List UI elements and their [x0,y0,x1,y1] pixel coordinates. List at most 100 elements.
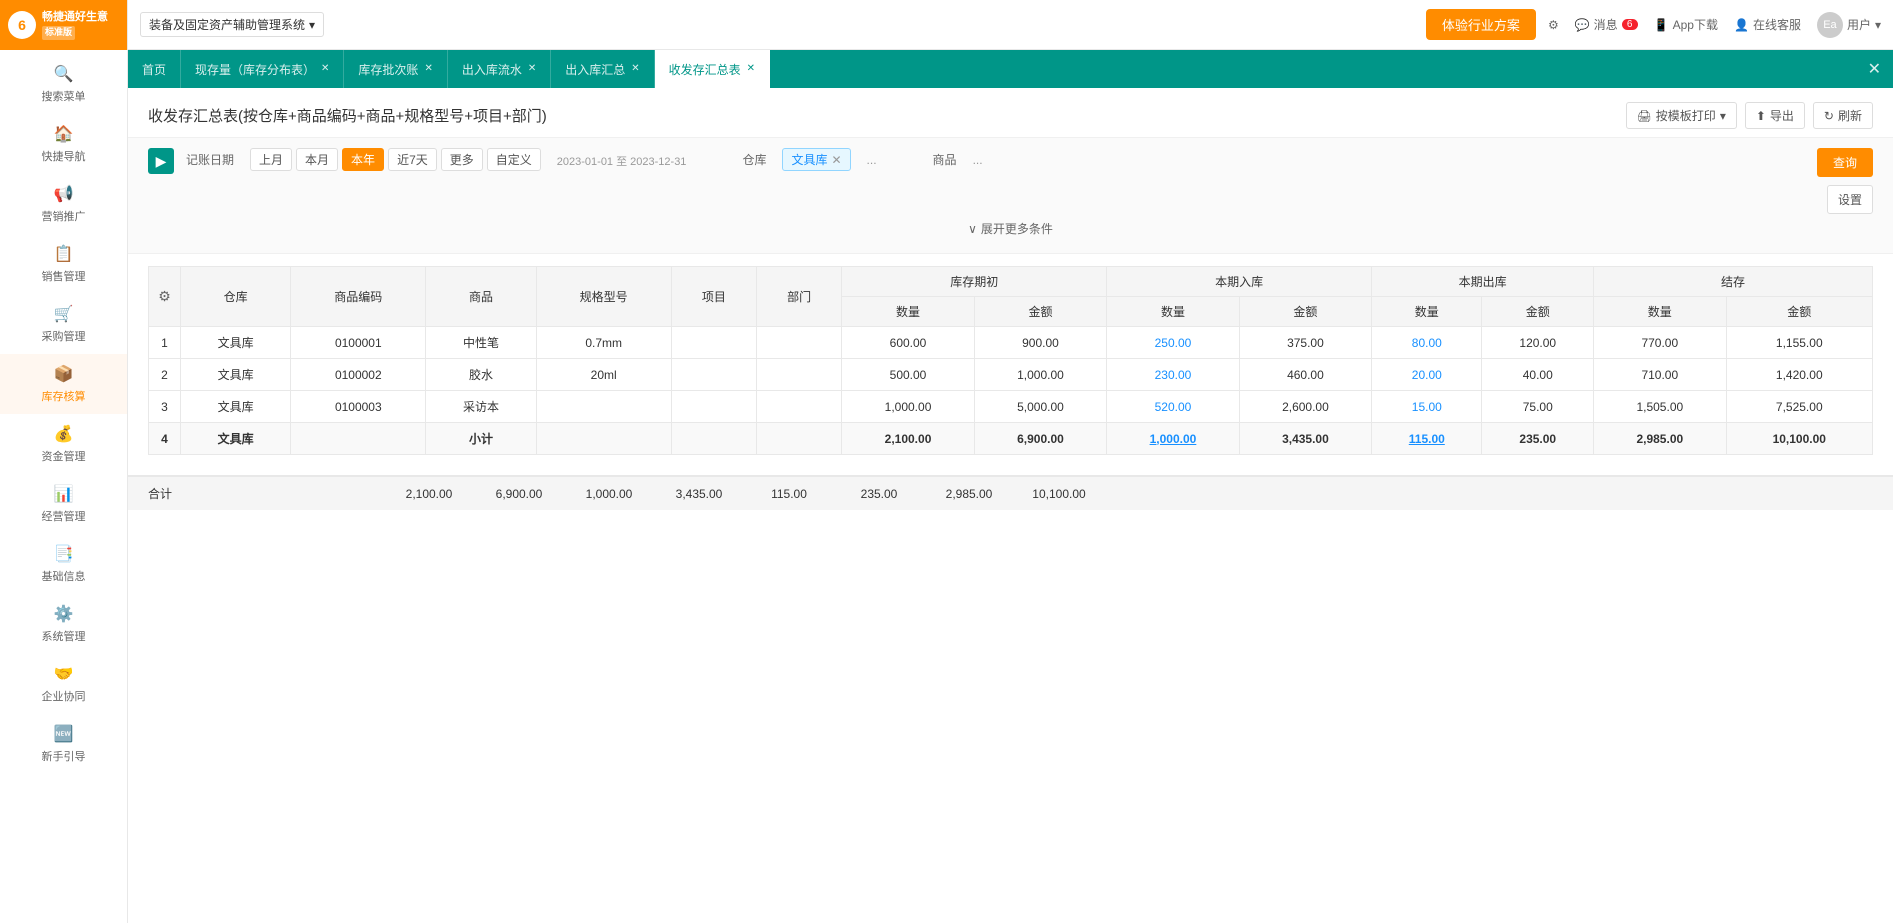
in-qty-link[interactable]: 520.00 [1155,400,1192,414]
home-icon: 🏠 [54,124,74,144]
date-cur-month[interactable]: 本月 [296,148,338,171]
column-settings-button[interactable]: ⚙ [158,288,171,305]
tab-batch[interactable]: 库存批次账 ✕ [344,50,447,88]
out-qty-link[interactable]: 15.00 [1412,400,1442,414]
sidebar-item-quicknav[interactable]: 🏠 快捷导航 [0,114,127,174]
expand-more-btn[interactable]: ∨ 展开更多条件 [148,214,1873,243]
service-icon: 👤 [1734,18,1749,32]
cell-in-qty[interactable]: 520.00 [1107,391,1239,423]
cell-warehouse: 文具库 [181,391,291,423]
tab-close-icon[interactable]: ✕ [321,64,329,74]
refresh-button[interactable]: ↻ 刷新 [1813,102,1873,129]
warehouse-label: 仓库 [742,151,766,168]
sidebar-item-marketing[interactable]: 📢 营销推广 [0,174,127,234]
warehouse-tag-close[interactable]: ✕ [831,153,841,167]
print-button[interactable]: 🖨 按模板打印 ▾ [1626,102,1737,129]
cell-in-amt: 375.00 [1239,327,1371,359]
sidebar-item-collab[interactable]: 🤝 企业协同 [0,654,127,714]
tab-close-icon[interactable]: ✕ [631,64,639,74]
cell-warehouse: 文具库 [181,423,291,455]
sales-icon: 📋 [54,244,74,264]
tab-close-icon[interactable]: ✕ [424,64,432,74]
sidebar-item-basic[interactable]: 📑 基础信息 [0,534,127,594]
date-range: 2023-01-01 至 2023-12-31 [557,153,687,169]
search-icon: 🔍 [54,64,74,84]
footer-values: 2,100.00 6,900.00 1,000.00 3,435.00 115.… [384,487,1873,501]
sidebar-item-inventory[interactable]: 📦 库存核算 [0,354,127,414]
cell-close-amt: 10,100.00 [1726,423,1872,455]
finance-icon: 💰 [54,424,74,444]
in-qty-link[interactable]: 230.00 [1155,368,1192,382]
cell-in-qty[interactable]: 1,000.00 [1107,423,1239,455]
th-out-qty: 数量 [1372,297,1482,327]
date-7days[interactable]: 近7天 [388,148,437,171]
filter-settings-button[interactable]: 设置 [1827,185,1873,214]
message-action[interactable]: 💬 消息 6 [1575,16,1638,33]
th-spec: 规格型号 [536,267,671,327]
date-group: 上月 本月 本年 近7天 更多 自定义 [250,148,541,171]
cell-out-amt: 235.00 [1482,423,1594,455]
export-button[interactable]: ⬆ 导出 [1745,102,1805,129]
cell-out-qty[interactable]: 80.00 [1372,327,1482,359]
cell-in-qty[interactable]: 250.00 [1107,327,1239,359]
main-area: 装备及固定资产辅助管理系统 ▾ 体验行业方案 ⚙ 💬 消息 6 📱 App下载 … [128,0,1893,923]
cell-out-qty[interactable]: 20.00 [1372,359,1482,391]
app-download-action[interactable]: 📱 App下载 [1654,16,1718,33]
cell-project [671,327,756,359]
cell-no: 4 [149,423,181,455]
sidebar-item-finance[interactable]: 💰 资金管理 [0,414,127,474]
cell-in-qty[interactable]: 230.00 [1107,359,1239,391]
footer-close-amt: 10,100.00 [1014,487,1104,501]
tab-inventory-dist[interactable]: 现存量（库存分布表） ✕ [181,50,344,88]
sidebar-item-purchase[interactable]: 🛒 采购管理 [0,294,127,354]
th-opening-qty: 数量 [842,297,974,327]
cell-out-qty[interactable]: 15.00 [1372,391,1482,423]
filter-toggle-button[interactable]: ▶ [148,148,174,174]
tab-close-icon[interactable]: ✕ [528,64,536,74]
tab-close-icon[interactable]: ✕ [747,64,755,74]
close-all-tabs[interactable]: ✕ [1856,59,1893,79]
cell-out-qty[interactable]: 115.00 [1372,423,1482,455]
sidebar-item-system[interactable]: ⚙️ 系统管理 [0,594,127,654]
sidebar-item-search[interactable]: 🔍 搜索菜单 [0,54,127,114]
out-qty-link[interactable]: 20.00 [1412,368,1442,382]
date-more[interactable]: 更多 [441,148,483,171]
date-cur-year[interactable]: 本年 [342,148,384,171]
chevron-down-icon: ▾ [1720,109,1726,123]
query-button[interactable]: 查询 [1817,148,1873,177]
cell-code: 0100003 [291,391,426,423]
data-table: ⚙ 仓库 商品编码 商品 规格型号 项目 部门 库存期初 本期入库 本期出库 结… [148,266,1873,455]
goods-label: 商品 [933,151,957,168]
cell-in-amt: 2,600.00 [1239,391,1371,423]
sidebar-item-guide[interactable]: 🆕 新手引导 [0,714,127,774]
footer-in-qty: 1,000.00 [564,487,654,501]
goods-more[interactable]: ... [973,153,983,167]
warehouse-tag: 文具库 ✕ [782,148,850,171]
service-action[interactable]: 👤 在线客服 [1734,16,1801,33]
try-button[interactable]: 体验行业方案 [1426,9,1536,40]
footer-opening-amt: 6,900.00 [474,487,564,501]
page-content: 收发存汇总表(按仓库+商品编码+商品+规格型号+项目+部门) 🖨 按模板打印 ▾… [128,88,1893,923]
cell-opening-amt: 6,900.00 [974,423,1106,455]
user-menu[interactable]: Ea 用户 ▾ [1817,12,1881,38]
cell-name: 中性笔 [426,327,536,359]
sidebar-item-operation[interactable]: 📊 经营管理 [0,474,127,534]
settings-action[interactable]: ⚙ [1548,18,1559,32]
cell-opening-amt: 5,000.00 [974,391,1106,423]
cell-opening-qty: 500.00 [842,359,974,391]
system-select[interactable]: 装备及固定资产辅助管理系统 ▾ [140,12,324,37]
tab-inout-flow[interactable]: 出入库流水 ✕ [448,50,551,88]
date-prev-month[interactable]: 上月 [250,148,292,171]
warehouse-more[interactable]: ... [867,153,877,167]
tab-recv-summary[interactable]: 收发存汇总表 ✕ [655,50,770,88]
logo-icon: 6 [8,11,36,39]
cell-close-amt: 1,420.00 [1726,359,1872,391]
date-custom[interactable]: 自定义 [487,148,541,171]
in-qty-link[interactable]: 250.00 [1155,336,1192,350]
table-container: ⚙ 仓库 商品编码 商品 规格型号 项目 部门 库存期初 本期入库 本期出库 结… [128,266,1893,475]
tab-home[interactable]: 首页 [128,50,181,88]
tab-inout-summary[interactable]: 出入库汇总 ✕ [551,50,654,88]
out-qty-link[interactable]: 80.00 [1412,336,1442,350]
sidebar-item-sales[interactable]: 📋 销售管理 [0,234,127,294]
footer-out-amt: 235.00 [834,487,924,501]
